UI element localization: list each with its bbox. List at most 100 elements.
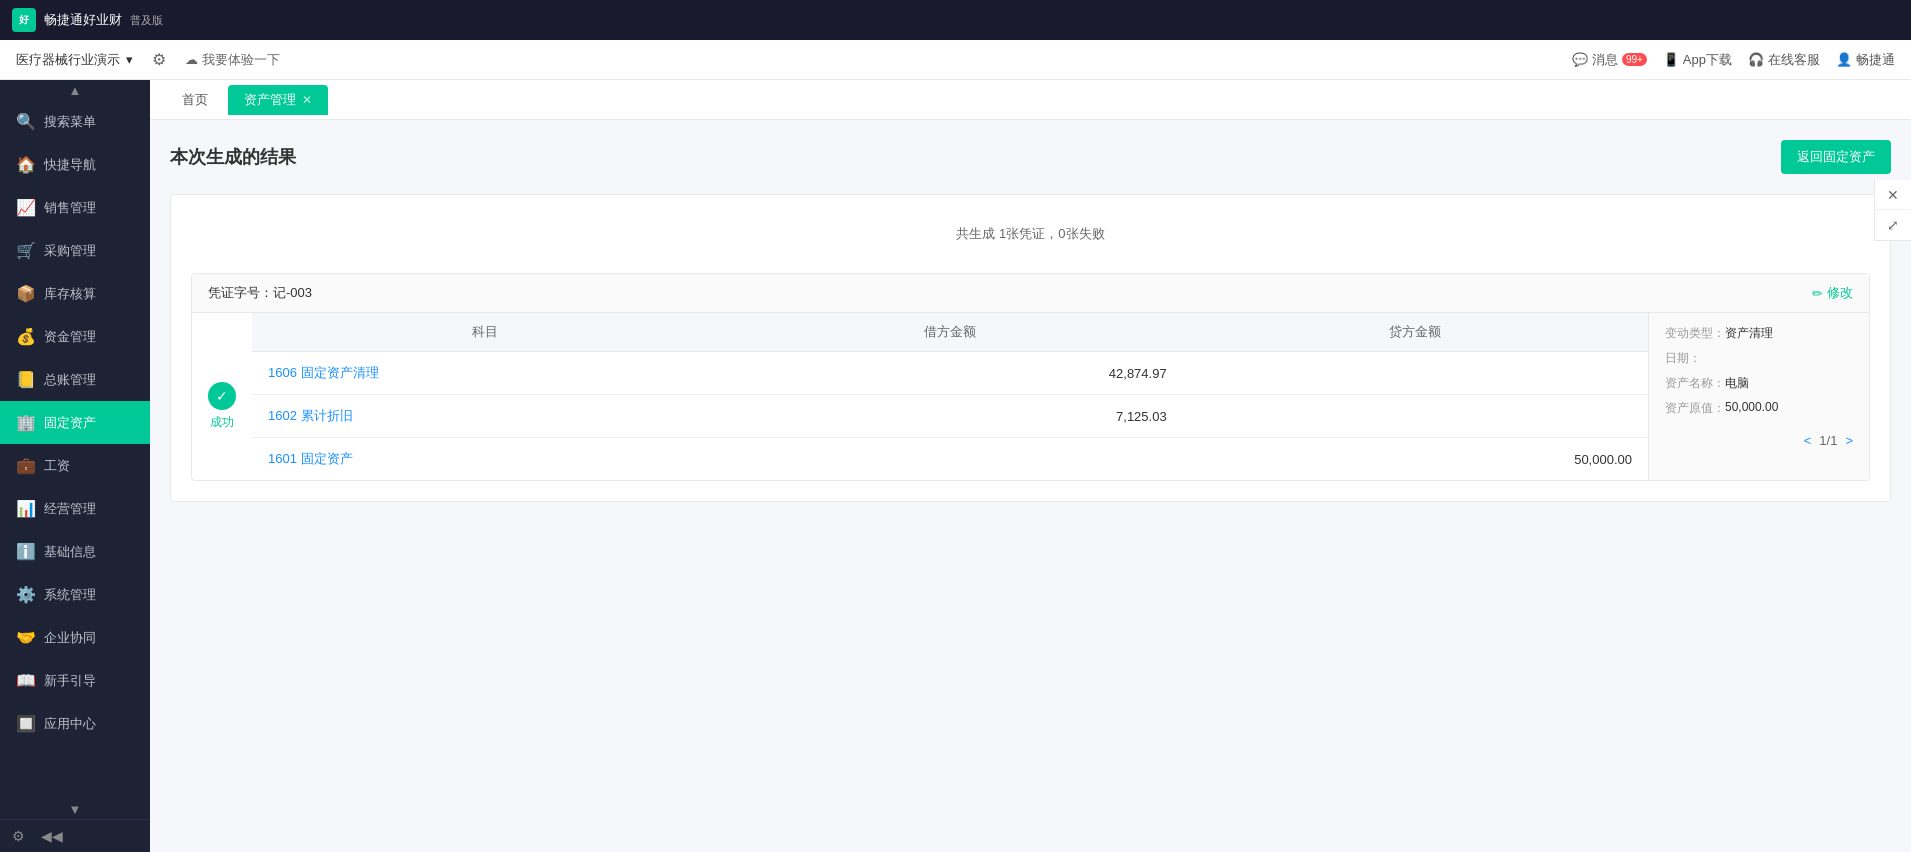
sidebar-item-label: 新手引导: [44, 672, 96, 690]
table-row: 1602 累计折旧 7,125.03: [252, 395, 1648, 438]
app-download-button[interactable]: 📱 App下载: [1663, 51, 1732, 69]
cell-credit-3: 50,000.00: [1183, 440, 1648, 479]
change-type-value: 资产清理: [1725, 325, 1773, 342]
table-row: 1601 固定资产 50,000.00: [252, 438, 1648, 480]
sidebar-scroll-up[interactable]: ▲: [0, 80, 150, 100]
search-icon: 🔍: [16, 112, 36, 131]
sidebar-item-guide[interactable]: 📖 新手引导: [0, 659, 150, 702]
workspace-selector[interactable]: 医疗器械行业演示 ▾: [16, 51, 133, 69]
sidebar-item-purchase[interactable]: 🛒 采购管理: [0, 229, 150, 272]
tab-asset-mgmt[interactable]: 资产管理 ✕: [228, 85, 328, 115]
sidebar-settings-icon[interactable]: ⚙: [12, 828, 25, 844]
logo-area: 好 畅捷通好业财 普及版: [12, 8, 163, 32]
sidebar-item-operations[interactable]: 📊 经营管理: [0, 487, 150, 530]
sidebar-item-quick-nav[interactable]: 🏠 快捷导航: [0, 143, 150, 186]
return-button[interactable]: 返回固定资产: [1781, 140, 1891, 174]
inventory-icon: 📦: [16, 284, 36, 303]
page-content: ✕ ⤢ 本次生成的结果 返回固定资产 共生成 1张凭证，0张失败 凭证字号：记-…: [150, 120, 1911, 852]
tab-asset-mgmt-label: 资产管理: [244, 91, 296, 109]
home-icon: 🏠: [16, 155, 36, 174]
sidebar-item-app-center[interactable]: 🔲 应用中心: [0, 702, 150, 745]
capital-icon: 💰: [16, 327, 36, 346]
message-badge: 99+: [1622, 53, 1647, 66]
close-button[interactable]: ✕: [1875, 180, 1911, 210]
change-type-label: 变动类型：: [1665, 325, 1725, 342]
sidebar-item-search[interactable]: 🔍 搜索菜单: [0, 100, 150, 143]
sidebar-item-label: 应用中心: [44, 715, 96, 733]
tab-home[interactable]: 首页: [166, 85, 224, 115]
edit-icon: ✏: [1812, 286, 1823, 301]
settings-nav-icon[interactable]: ⚙: [145, 46, 173, 74]
online-service-button[interactable]: 🎧 在线客服: [1748, 51, 1820, 69]
asset-name-value: 电脑: [1725, 375, 1749, 392]
original-value-label: 资产原值：: [1665, 400, 1725, 417]
nav-bar: 医疗器械行业演示 ▾ ⚙ ☁ 我要体验一下 💬 消息 99+ 📱 App下载 🎧…: [0, 40, 1911, 80]
page-next-icon[interactable]: >: [1845, 433, 1853, 448]
voucher-main: ✓ 成功 科目 借方金额 贷方金额: [192, 313, 1649, 480]
sidebar-scroll-down[interactable]: ▼: [0, 799, 150, 819]
content-area: 首页 资产管理 ✕ ✕ ⤢ 本次生成的结果 返回固定资产: [150, 80, 1911, 852]
sidebar-item-cooperation[interactable]: 🤝 企业协同: [0, 616, 150, 659]
user-avatar-icon: 👤: [1836, 52, 1852, 67]
top-header: 好 畅捷通好业财 普及版: [0, 0, 1911, 40]
sidebar-item-system[interactable]: ⚙️ 系统管理: [0, 573, 150, 616]
expand-button[interactable]: ⤢: [1875, 210, 1911, 240]
sidebar-item-capital[interactable]: 💰 资金管理: [0, 315, 150, 358]
voucher-table: 科目 借方金额 贷方金额 1606 固定资产清理 42,874.97: [252, 313, 1649, 480]
sidebar-collapse-icon[interactable]: ◀◀: [41, 828, 63, 844]
edit-button[interactable]: ✏ 修改: [1812, 284, 1853, 302]
page-info: 1/1: [1819, 433, 1837, 448]
cell-credit-2: [1183, 404, 1648, 428]
asset-name-label: 资产名称：: [1665, 375, 1725, 392]
voucher-block: 凭证字号：记-003 ✏ 修改 ✓: [191, 273, 1870, 481]
voucher-no: 凭证字号：记-003: [208, 284, 312, 302]
original-value-value: 50,000.00: [1725, 400, 1778, 417]
col-debit: 借方金额: [717, 313, 1182, 351]
logo-text: 畅捷通好业财: [44, 11, 122, 29]
feedback-label: 我要体验一下: [202, 51, 280, 69]
ledger-icon: 📒: [16, 370, 36, 389]
sidebar-item-label: 经营管理: [44, 500, 96, 518]
main-layout: ▲ 🔍 搜索菜单 🏠 快捷导航 📈 销售管理 🛒 采购管理 📦 库存核算: [0, 80, 1911, 852]
app-download-label: App下载: [1683, 51, 1732, 69]
sidebar-item-label: 系统管理: [44, 586, 96, 604]
sidebar-item-label: 企业协同: [44, 629, 96, 647]
sales-icon: 📈: [16, 198, 36, 217]
window-controls: ✕ ⤢: [1874, 180, 1911, 241]
page-prev-icon[interactable]: <: [1804, 433, 1812, 448]
cell-subject-2: 1602 累计折旧: [252, 395, 717, 437]
sidebar-item-fixed-assets[interactable]: 🏢 固定资产: [0, 401, 150, 444]
nav-bar-left: 医疗器械行业演示 ▾ ⚙ ☁ 我要体验一下: [16, 46, 280, 74]
logo-icon: 好: [12, 8, 36, 32]
col-subject: 科目: [252, 313, 717, 351]
sidebar-item-sales[interactable]: 📈 销售管理: [0, 186, 150, 229]
app-center-icon: 🔲: [16, 714, 36, 733]
purchase-icon: 🛒: [16, 241, 36, 260]
edit-label: 修改: [1827, 284, 1853, 302]
sidebar-item-salary[interactable]: 💼 工资: [0, 444, 150, 487]
nav-bar-right: 💬 消息 99+ 📱 App下载 🎧 在线客服 👤 畅捷通: [1572, 51, 1895, 69]
status-column: ✓ 成功: [192, 313, 252, 480]
feedback-icon: ☁: [185, 52, 198, 67]
user-area[interactable]: 👤 畅捷通: [1836, 51, 1895, 69]
sidebar-item-label: 销售管理: [44, 199, 96, 217]
side-row-asset-name: 资产名称： 电脑: [1665, 375, 1853, 392]
sidebar-item-inventory[interactable]: 📦 库存核算: [0, 272, 150, 315]
app-download-icon: 📱: [1663, 52, 1679, 67]
sidebar-scroll: 🔍 搜索菜单 🏠 快捷导航 📈 销售管理 🛒 采购管理 📦 库存核算 💰: [0, 100, 150, 799]
sidebar-item-label: 固定资产: [44, 414, 96, 432]
cell-debit-1: 42,874.97: [717, 354, 1182, 393]
sidebar-item-basic-info[interactable]: ℹ️ 基础信息: [0, 530, 150, 573]
close-icon: ✕: [1887, 187, 1899, 203]
system-icon: ⚙️: [16, 585, 36, 604]
message-button[interactable]: 💬 消息 99+: [1572, 51, 1647, 69]
page-title: 本次生成的结果: [170, 145, 296, 169]
sidebar-item-ledger[interactable]: 📒 总账管理: [0, 358, 150, 401]
feedback-button[interactable]: ☁ 我要体验一下: [185, 51, 280, 69]
page-header: 本次生成的结果 返回固定资产: [170, 140, 1891, 174]
fixed-assets-icon: 🏢: [16, 413, 36, 432]
tab-close-icon[interactable]: ✕: [302, 93, 312, 107]
cell-subject-3: 1601 固定资产: [252, 438, 717, 480]
badge-plus: +: [1637, 54, 1643, 65]
cell-debit-2: 7,125.03: [717, 397, 1182, 436]
